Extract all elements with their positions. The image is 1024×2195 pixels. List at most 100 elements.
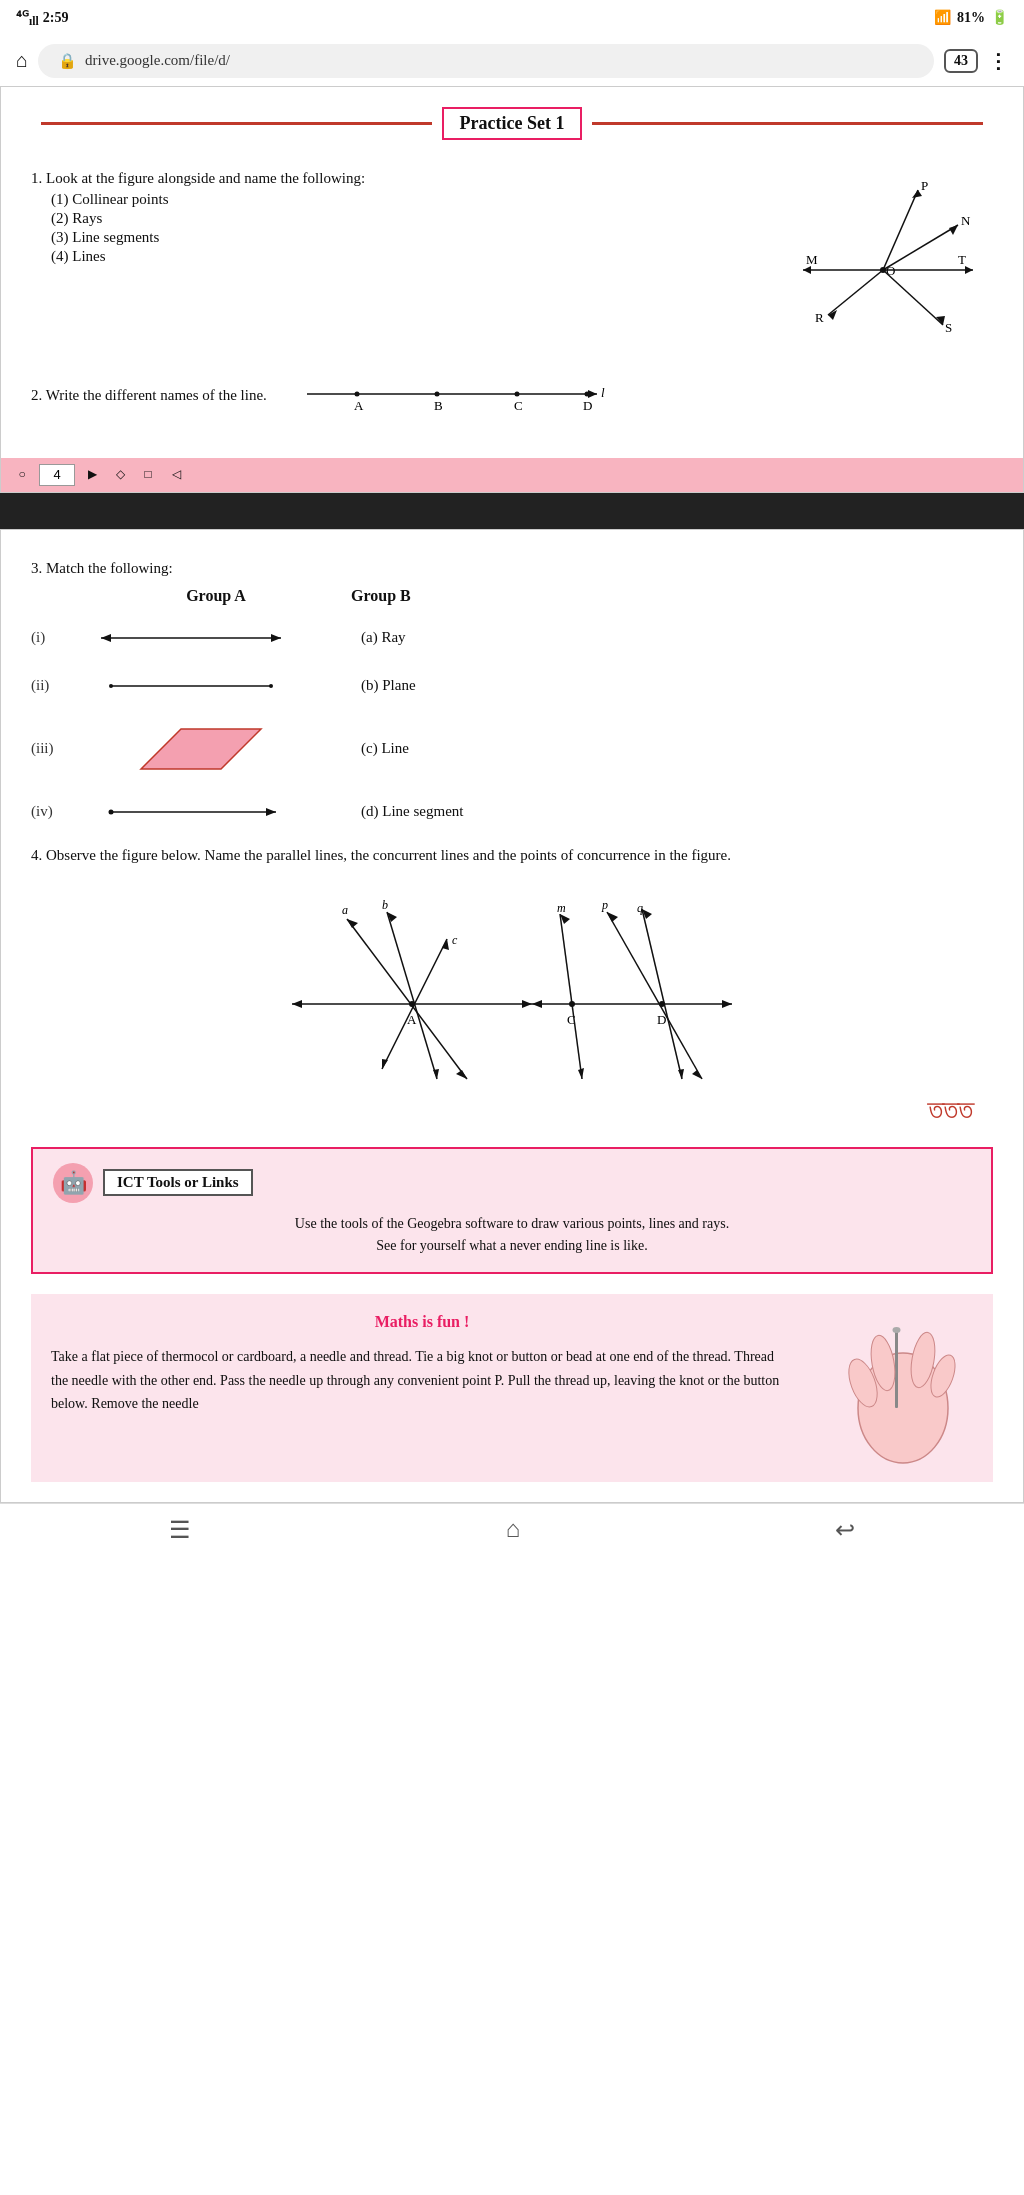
svg-point-22 [434, 391, 439, 396]
svg-point-24 [584, 391, 589, 396]
svg-marker-75 [532, 1000, 542, 1008]
group-a-header: Group A [81, 587, 351, 605]
svg-line-70 [642, 909, 682, 1079]
match-a-2 [81, 671, 301, 701]
figure-q1-svg: O P N M T [773, 170, 993, 350]
q3-header: 3. Match the following: [31, 560, 993, 577]
status-right: 📶 81% 🔋 [934, 9, 1008, 26]
svg-marker-31 [271, 634, 281, 642]
browser-bar: ⌂ 🔒 drive.google.com/file/d/ 43 ⋮ [0, 36, 1024, 86]
battery-icon: 🔋 [991, 9, 1008, 26]
svg-marker-56 [522, 1000, 532, 1008]
svg-text:m: m [557, 901, 566, 915]
svg-marker-39 [266, 808, 276, 816]
svg-point-78 [893, 1327, 901, 1333]
line-segment-svg [91, 671, 291, 701]
svg-marker-10 [803, 266, 811, 274]
group-b-header: Group B [351, 587, 993, 605]
page-number-input[interactable] [39, 464, 75, 486]
svg-text:A: A [354, 398, 364, 413]
svg-marker-64 [578, 1068, 584, 1079]
lock-icon: 🔒 [58, 52, 77, 70]
ict-icon: 🤖 [53, 1163, 93, 1203]
toolbar: ○ ▶ ◇ □ ◁ [1, 458, 1023, 492]
svg-marker-74 [722, 1000, 732, 1008]
tab-count[interactable]: 43 [944, 49, 978, 73]
match-a-4 [81, 797, 301, 827]
menu-dots-icon[interactable]: ⋮ [988, 49, 1008, 73]
black-separator [0, 493, 1024, 529]
svg-marker-53 [382, 1059, 388, 1069]
svg-marker-32 [101, 634, 111, 642]
svg-text:P: P [921, 178, 928, 193]
q3-text: Match the following: [46, 560, 173, 576]
svg-point-35 [269, 684, 273, 688]
wifi-icon: 📶 [934, 9, 951, 26]
svg-text:A: A [407, 1012, 417, 1027]
svg-line-5 [883, 225, 958, 270]
sub-item-4: (4) Lines [51, 248, 753, 265]
svg-point-38 [109, 809, 114, 814]
svg-marker-68 [607, 912, 618, 922]
q4-number: 4. [31, 847, 42, 863]
svg-marker-69 [692, 1070, 702, 1079]
q1-sub-items: (1) Collinear points (2) Rays (3) Line s… [51, 191, 753, 265]
q4-text: 4. Observe the figure below. Name the pa… [31, 847, 993, 864]
svg-point-21 [354, 391, 359, 396]
svg-text:S: S [945, 320, 952, 335]
toolbar-triangle[interactable]: ◁ [165, 464, 187, 486]
svg-marker-9 [965, 266, 973, 274]
q1-text: 1. Look at the figure alongside and name… [31, 170, 753, 267]
toolbar-circle[interactable]: ○ [11, 464, 33, 486]
url-bar[interactable]: 🔒 drive.google.com/file/d/ [38, 44, 934, 78]
home-icon[interactable]: ⌂ [16, 49, 28, 72]
svg-text:p: p [601, 898, 608, 912]
hand-illustration-svg [823, 1308, 963, 1468]
fun-box: Maths is fun ! Take a flat piece of ther… [31, 1294, 993, 1482]
fun-text-section: Maths is fun ! Take a flat piece of ther… [51, 1308, 793, 1468]
svg-text:M: M [806, 252, 818, 267]
home-nav-icon[interactable]: ⌂ [506, 1516, 520, 1543]
url-text: drive.google.com/file/d/ [85, 52, 230, 69]
match-a-1 [81, 623, 301, 653]
match-a-3 [81, 719, 301, 779]
toolbar-rect[interactable]: □ [137, 464, 159, 486]
svg-line-45 [347, 919, 467, 1079]
back-icon[interactable]: ↩ [835, 1516, 855, 1544]
svg-text:c: c [452, 933, 458, 947]
svg-line-62 [560, 914, 582, 1079]
content-page-2: 3. Match the following: Group A Group B … [0, 529, 1024, 1503]
svg-line-67 [607, 912, 702, 1079]
svg-marker-6 [949, 225, 958, 235]
q2-body: Write the different names of the line. [46, 387, 267, 403]
ict-header: 🤖 ICT Tools or Links [53, 1163, 971, 1203]
q4-body: Observe the figure below. Name the paral… [46, 847, 731, 863]
ict-title: ICT Tools or Links [103, 1169, 253, 1196]
match-num-1: (i) [31, 629, 81, 646]
q1-row: 1. Look at the figure alongside and name… [31, 170, 993, 354]
fun-body: Take a flat piece of thermocol or cardbo… [51, 1345, 793, 1416]
q2-row: 2. Write the different names of the line… [31, 374, 993, 418]
toolbar-arrow[interactable]: ▶ [81, 464, 103, 486]
figure-q4-svg: A a b c [262, 884, 762, 1084]
svg-text:B: B [434, 398, 443, 413]
signal-icon: ⁴ᴳıll [16, 8, 39, 28]
svg-rect-77 [895, 1328, 898, 1408]
q2-text: 2. Write the different names of the line… [31, 387, 267, 404]
svg-marker-36 [141, 729, 261, 769]
ray-svg [91, 797, 291, 827]
match-row-3: (iii) (c) Line [31, 719, 993, 779]
match-b-3: (c) Line [361, 740, 993, 757]
q3-number: 3. [31, 560, 42, 576]
question-3: 3. Match the following: Group A Group B … [31, 560, 993, 827]
practice-banner: Practice Set 1 [21, 97, 1003, 150]
svg-line-2 [883, 190, 918, 270]
svg-text:l: l [601, 385, 605, 400]
match-row-4: (iv) (d) Line segment [31, 797, 993, 827]
match-b-4: (d) Line segment [361, 803, 993, 820]
match-headers: Group A Group B [81, 587, 993, 605]
menu-icon[interactable]: ☰ [169, 1516, 191, 1544]
toolbar-diamond[interactable]: ◇ [109, 464, 131, 486]
svg-text:T: T [958, 252, 966, 267]
bottom-nav: ☰ ⌂ ↩ [0, 1503, 1024, 1556]
